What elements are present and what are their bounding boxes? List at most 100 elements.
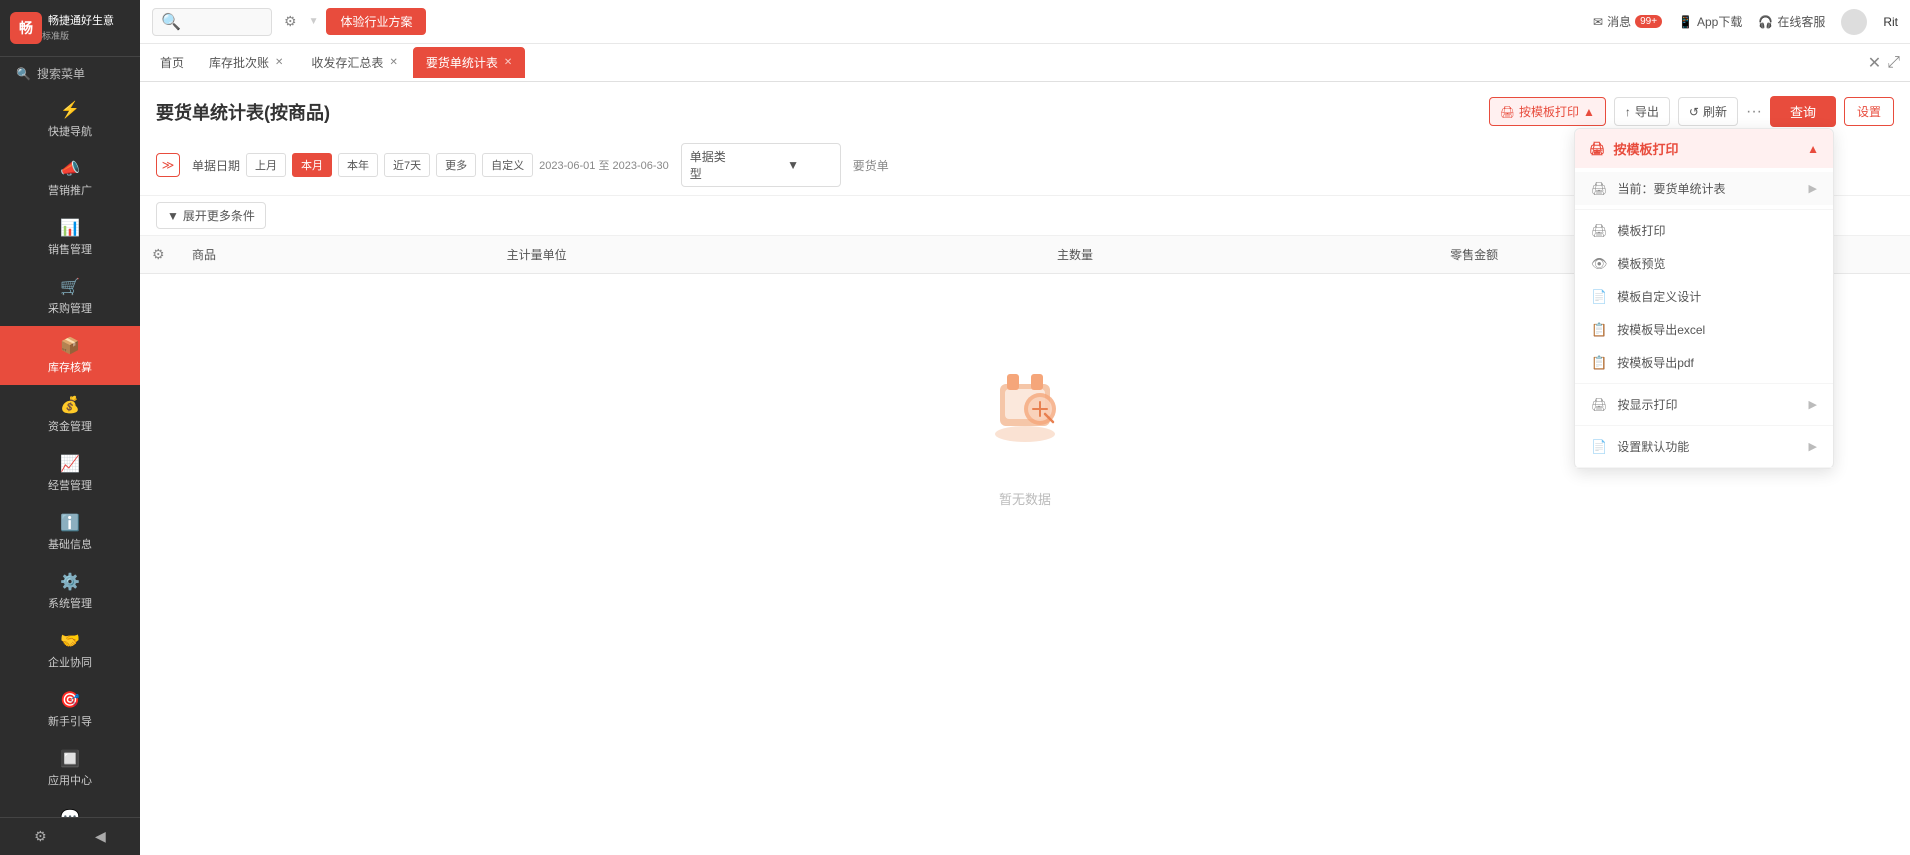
tabs-bar: 首页 库存批次账 ✕ 收发存汇总表 ✕ 要货单统计表 ✕ ✕ ⤢ [140,44,1910,82]
date-btn-7days[interactable]: 近7天 [384,153,430,177]
search-icon: 🔍 [16,67,31,81]
app-logo-icon: 畅 [10,12,42,44]
date-btn-more[interactable]: 更多 [436,153,476,177]
tab-order-stats-close[interactable]: ✕ [504,57,512,68]
sidebar-item-system[interactable]: ⚙️ 系统管理 [0,562,140,621]
date-btn-this-month[interactable]: 本月 [292,153,332,177]
app-badge: 标准版 [42,29,114,42]
tab-close-all-button[interactable]: ✕ [1868,53,1881,73]
sidebar-item-label: 采购管理 [48,300,92,316]
filter-date-label: 单据日期 [192,157,240,174]
more-options-button[interactable]: ··· [1746,103,1762,121]
topbar: 🔍 ⚙ ▼ 体验行业方案 ✉ 消息 99+ 📱 App下载 🎧 在线客服 Rit [140,0,1910,44]
tab-batch-label: 库存批次账 [209,54,269,71]
template-pdf-label: 按模板导出pdf [1617,354,1694,371]
sidebar-item-finance[interactable]: 💰 资金管理 [0,385,140,444]
wechat-icon: 💬 [60,808,80,817]
setting-button[interactable]: 设置 [1844,97,1894,126]
sidebar-item-guide[interactable]: 🎯 新手引导 [0,680,140,739]
sidebar-item-basic[interactable]: ℹ️ 基础信息 [0,503,140,562]
topbar-right: ✉ 消息 99+ 📱 App下载 🎧 在线客服 Rit [1593,9,1898,35]
message-item[interactable]: ✉ 消息 99+ [1593,13,1662,30]
sidebar-item-purchase[interactable]: 🛒 采购管理 [0,267,140,326]
print-template-button[interactable]: 🖨 按模板打印 ▲ [1489,97,1606,126]
template-custom-icon: 📄 [1591,289,1607,305]
template-preview-label: 模板预览 [1618,255,1666,272]
dropdown-display-print[interactable]: 🖨 按显示打印 ▶ [1575,388,1833,421]
refresh-button[interactable]: ↺ 刷新 [1678,97,1738,126]
sidebar-item-shortcut[interactable]: ⚡ 快捷导航 [0,90,140,149]
empty-state-text: 暂无数据 [999,489,1051,508]
tab-home[interactable]: 首页 [150,48,194,77]
sidebar-search[interactable]: 🔍 搜索菜单 [0,57,140,90]
filter-expand-icon[interactable]: ≫ [156,153,180,177]
date-btn-custom[interactable]: 自定义 [482,153,533,177]
print-template-label: 按模板打印 [1519,103,1579,120]
dropdown-current-left: 🖨 当前：要货单统计表 [1591,180,1726,197]
filter-extra-label: 要货单 [853,157,889,174]
page-inner: 要货单统计表(按商品) 🖨 按模板打印 ▲ ↑ 导出 ↺ 刷新 [140,82,1910,855]
sidebar-item-marketing[interactable]: 📣 营销推广 [0,149,140,208]
tab-receipt-close[interactable]: ✕ [389,57,397,68]
guide-icon: 🎯 [60,690,80,710]
page-title: 要货单统计表(按商品) [156,99,330,125]
apps-icon: 🔲 [60,749,80,769]
dropdown-current-template[interactable]: 🖨 当前：要货单统计表 ▶ [1575,172,1833,205]
purchase-icon: 🛒 [60,277,80,297]
sidebar-item-sales[interactable]: 📊 销售管理 [0,208,140,267]
sidebar-item-operation[interactable]: 📈 经营管理 [0,444,140,503]
tab-batch[interactable]: 库存批次账 ✕ [196,47,296,78]
display-print-icon: 🖨 [1591,397,1608,413]
table-header-settings[interactable]: ⚙ [140,236,180,274]
dropdown-template-preview[interactable]: 👁 模板预览 [1575,247,1833,280]
sidebar-item-apps[interactable]: 🔲 应用中心 [0,739,140,798]
app-download-item[interactable]: 📱 App下载 [1678,13,1742,30]
tab-batch-close[interactable]: ✕ [275,57,283,68]
sidebar-bottom: ⚙ ◀ [0,817,140,855]
topbar-search-input[interactable] [181,15,261,29]
page-content: 要货单统计表(按商品) 🖨 按模板打印 ▲ ↑ 导出 ↺ 刷新 [140,82,1910,855]
tab-receipt-label: 收发存汇总表 [311,54,383,71]
export-button[interactable]: ↑ 导出 [1614,97,1670,126]
dropdown-template-excel[interactable]: 📋 按模板导出excel [1575,313,1833,346]
tab-receipt[interactable]: 收发存汇总表 ✕ [298,47,410,78]
dropdown-section-default: 📄 设置默认功能 ▶ [1575,426,1833,468]
dropdown-template-custom[interactable]: 📄 模板自定义设计 [1575,280,1833,313]
page-actions: 🖨 按模板打印 ▲ ↑ 导出 ↺ 刷新 ··· 查询 设置 [1489,96,1894,127]
sidebar-item-label: 库存核算 [48,359,92,375]
sidebar-item-label: 资金管理 [48,418,92,434]
query-button[interactable]: 查询 [1770,96,1836,127]
current-expand-icon: ▶ [1809,182,1817,195]
user-avatar[interactable] [1841,9,1867,35]
template-excel-label: 按模板导出excel [1617,321,1705,338]
topbar-search-box[interactable]: 🔍 [152,8,272,36]
online-service-item[interactable]: 🎧 在线客服 [1758,13,1825,30]
template-excel-icon: 📋 [1591,322,1607,338]
dropdown-template-pdf[interactable]: 📋 按模板导出pdf [1575,346,1833,379]
sidebar-item-inventory[interactable]: 📦 库存核算 [0,326,140,385]
expand-more-button[interactable]: ▼ 展开更多条件 [156,202,266,229]
sidebar-item-label: 系统管理 [48,595,92,611]
dropdown-template-print[interactable]: 🖨 模板打印 [1575,214,1833,247]
filter-type-select[interactable]: 单据类型 ▼ [681,143,841,187]
dropdown-header[interactable]: 🖨 按模板打印 ▲ [1575,129,1833,168]
dropdown-section-display: 🖨 按显示打印 ▶ [1575,384,1833,426]
settings-bottom-icon[interactable]: ⚙ [34,828,47,845]
operation-icon: 📈 [60,454,80,474]
tab-expand-button[interactable]: ⤢ [1887,54,1900,72]
template-pdf-icon: 📋 [1591,355,1607,371]
sidebar-item-wechat[interactable]: 💬 企业微信 [0,798,140,817]
topbar-gear-icon[interactable]: ⚙ [284,13,297,30]
expand-more-icon: ▼ [167,209,179,223]
dropdown-set-default[interactable]: 📄 设置默认功能 ▶ [1575,430,1833,463]
table-header-goods: 商品 [180,236,495,274]
sidebar-item-label: 经营管理 [48,477,92,493]
tab-order-stats[interactable]: 要货单统计表 ✕ [413,47,525,78]
date-btn-last-month[interactable]: 上月 [246,153,286,177]
sound-bottom-icon[interactable]: ◀ [95,828,106,845]
sidebar-item-collab[interactable]: 🤝 企业协同 [0,621,140,680]
trial-industry-button[interactable]: 体验行业方案 [326,8,426,35]
table-settings-icon[interactable]: ⚙ [152,246,165,262]
date-btn-this-year[interactable]: 本年 [338,153,378,177]
sidebar-item-label: 应用中心 [48,772,92,788]
